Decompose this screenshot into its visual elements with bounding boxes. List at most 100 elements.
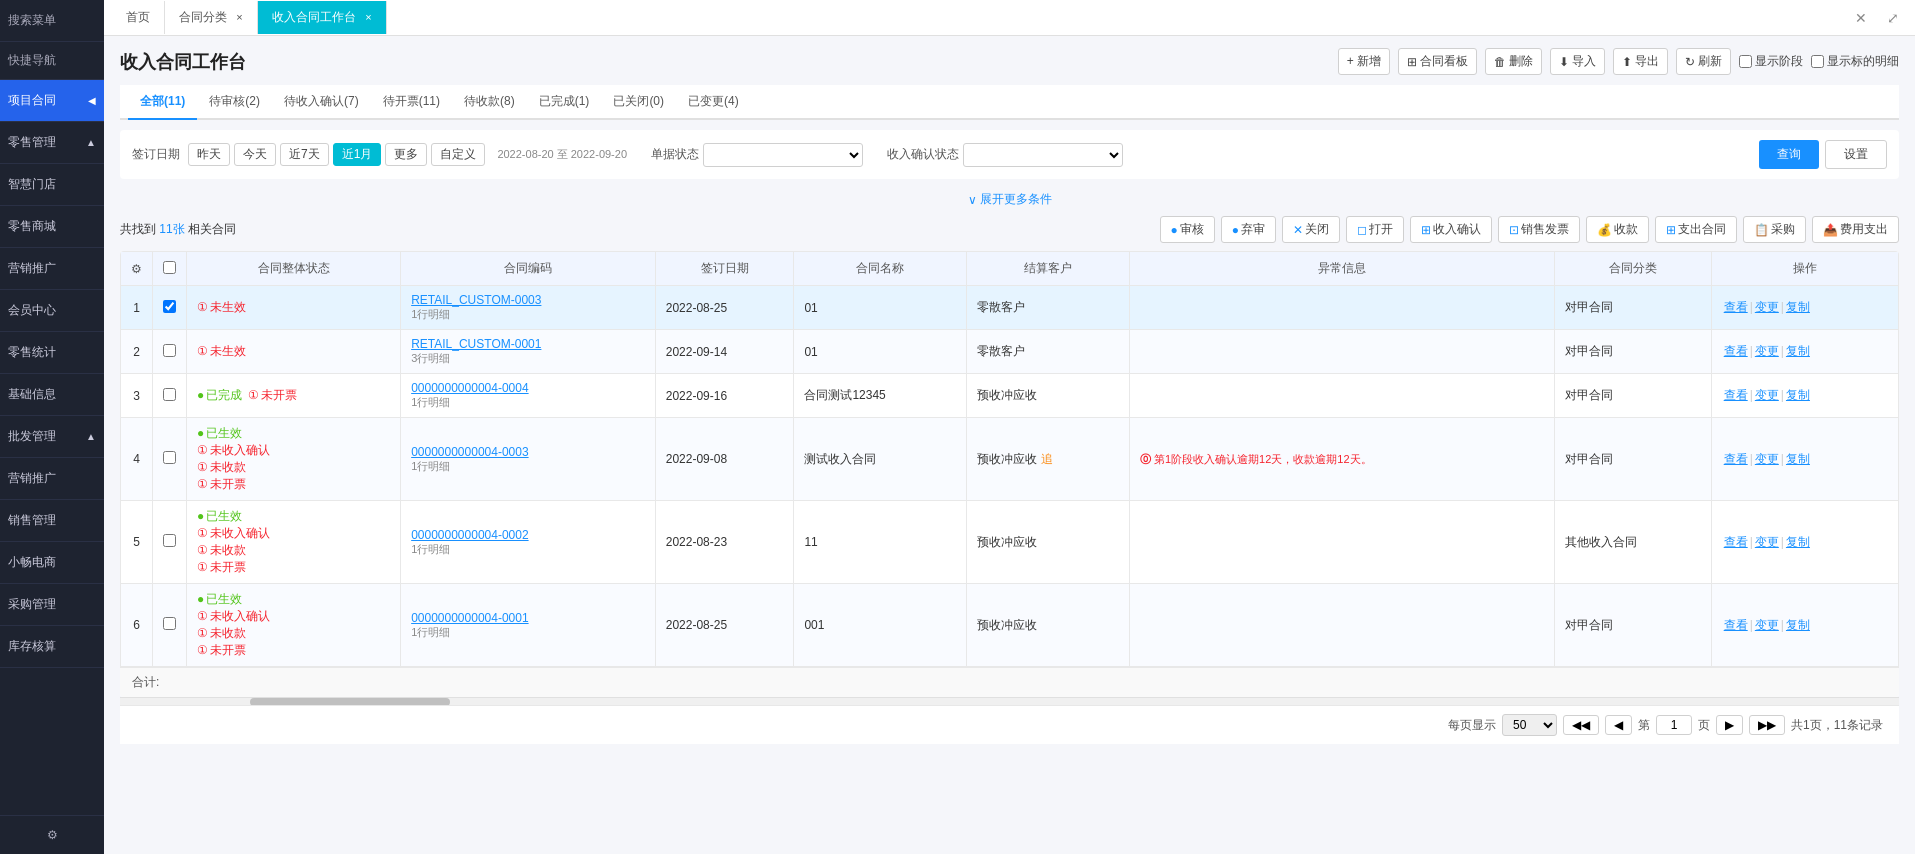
first-page-button[interactable]: ◀◀ [1563,715,1599,735]
sidebar-search[interactable]: 搜索菜单 [0,0,104,42]
subtab-collect[interactable]: 待收款(8) [452,85,527,120]
row-code[interactable]: 0000000000004-00041行明细 [401,374,656,418]
prev-page-button[interactable]: ◀ [1605,715,1632,735]
show-detail-checkbox[interactable]: 显示标的明细 [1811,53,1899,70]
horizontal-scrollbar[interactable] [120,697,1899,705]
setting-button[interactable]: 设置 [1825,140,1887,169]
window-close-button[interactable]: ✕ [1847,6,1875,30]
row-code[interactable]: 0000000000004-00031行明细 [401,418,656,501]
sidebar-item-stats[interactable]: 零售统计 [0,332,104,374]
close-tab-contract-category[interactable]: × [236,11,242,23]
edit-link[interactable]: 变更 [1755,388,1779,402]
select-all-checkbox[interactable] [163,261,176,274]
row-checkbox[interactable] [153,330,187,374]
row-code[interactable]: 0000000000004-00011行明细 [401,584,656,667]
row-operations[interactable]: 查看|变更|复制 [1711,501,1898,584]
copy-link[interactable]: 复制 [1786,535,1810,549]
sidebar-settings[interactable]: ⚙ [0,815,104,854]
filter-yesterday[interactable]: 昨天 [188,143,230,166]
subtab-invoice[interactable]: 待开票(11) [371,85,452,120]
expand-button[interactable]: ∨ 展开更多条件 [960,187,1060,212]
subtab-all[interactable]: 全部(11) [128,85,197,120]
sales-invoice-button[interactable]: ⊡ 销售发票 [1498,216,1580,243]
doc-status-select[interactable] [703,143,863,167]
income-confirm-button[interactable]: ⊞ 收入确认 [1410,216,1492,243]
import-button[interactable]: ⬇ 导入 [1550,48,1605,75]
expense-contract-button[interactable]: ⊞ 支出合同 [1655,216,1737,243]
view-link[interactable]: 查看 [1724,300,1748,314]
edit-link[interactable]: 变更 [1755,300,1779,314]
sidebar-quick-nav[interactable]: 快捷导航 [0,42,104,80]
subtab-changed[interactable]: 已变更(4) [676,85,751,120]
row-operations[interactable]: 查看|变更|复制 [1711,330,1898,374]
refresh-button[interactable]: ↻ 刷新 [1676,48,1731,75]
view-link[interactable]: 查看 [1724,618,1748,632]
page-input[interactable] [1656,715,1692,735]
sidebar-item-project[interactable]: 项目合同 ◀ [0,80,104,122]
edit-link[interactable]: 变更 [1755,452,1779,466]
sidebar-item-stock[interactable]: 库存核算 [0,626,104,668]
sidebar-item-ecom[interactable]: 小畅电商 [0,542,104,584]
copy-link[interactable]: 复制 [1786,452,1810,466]
row-checkbox[interactable] [153,374,187,418]
export-button[interactable]: ⬆ 导出 [1613,48,1668,75]
expense-out-button[interactable]: 📤 费用支出 [1812,216,1899,243]
sidebar-item-wholesale[interactable]: 批发管理 ▲ [0,416,104,458]
filter-more[interactable]: 更多 [385,143,427,166]
last-page-button[interactable]: ▶▶ [1749,715,1785,735]
row-code[interactable]: RETAIL_CUSTOM-00031行明细 [401,286,656,330]
copy-link[interactable]: 复制 [1786,344,1810,358]
sidebar-item-member[interactable]: 会员中心 [0,290,104,332]
sidebar-item-base[interactable]: 基础信息 [0,374,104,416]
collect-button[interactable]: 💰 收款 [1586,216,1649,243]
copy-link[interactable]: 复制 [1786,388,1810,402]
tab-contract-category[interactable]: 合同分类 × [165,1,258,34]
filter-month[interactable]: 近1月 [333,143,382,166]
tab-home[interactable]: 首页 [112,1,165,34]
row-operations[interactable]: 查看|变更|复制 [1711,374,1898,418]
col-checkbox[interactable] [153,252,187,286]
purchase-button[interactable]: 📋 采购 [1743,216,1806,243]
copy-link[interactable]: 复制 [1786,618,1810,632]
show-stage-checkbox[interactable]: 显示阶段 [1739,53,1803,70]
filter-today[interactable]: 今天 [234,143,276,166]
sidebar-item-retail[interactable]: 零售管理 ▲ [0,122,104,164]
view-link[interactable]: 查看 [1724,452,1748,466]
view-link[interactable]: 查看 [1724,344,1748,358]
close-tab-income-contract[interactable]: × [365,11,371,23]
abandon-button[interactable]: ● 弃审 [1221,216,1276,243]
row-checkbox[interactable] [153,501,187,584]
row-operations[interactable]: 查看|变更|复制 [1711,286,1898,330]
filter-week[interactable]: 近7天 [280,143,329,166]
sidebar-item-mkt2[interactable]: 营销推广 [0,458,104,500]
new-button[interactable]: + 新增 [1338,48,1390,75]
audit-button[interactable]: ● 审核 [1160,216,1215,243]
edit-link[interactable]: 变更 [1755,535,1779,549]
subtab-confirm[interactable]: 待收入确认(7) [272,85,371,120]
open-button[interactable]: ◻ 打开 [1346,216,1404,243]
delete-button[interactable]: 🗑 删除 [1485,48,1542,75]
next-page-button[interactable]: ▶ [1716,715,1743,735]
sidebar-item-sales[interactable]: 销售管理 [0,500,104,542]
sidebar-item-purchase[interactable]: 采购管理 [0,584,104,626]
view-link[interactable]: 查看 [1724,535,1748,549]
sidebar-item-smart[interactable]: 智慧门店 [0,164,104,206]
copy-link[interactable]: 复制 [1786,300,1810,314]
row-code[interactable]: 0000000000004-00021行明细 [401,501,656,584]
row-operations[interactable]: 查看|变更|复制 [1711,584,1898,667]
row-checkbox[interactable] [153,286,187,330]
close-contract-button[interactable]: ✕ 关闭 [1282,216,1340,243]
page-size-select[interactable]: 50 10 20 100 [1502,714,1557,736]
edit-link[interactable]: 变更 [1755,618,1779,632]
filter-custom[interactable]: 自定义 [431,143,485,166]
row-checkbox[interactable] [153,584,187,667]
query-button[interactable]: 查询 [1759,140,1819,169]
row-checkbox[interactable] [153,418,187,501]
sidebar-item-marketing[interactable]: 营销推广 [0,248,104,290]
row-operations[interactable]: 查看|变更|复制 [1711,418,1898,501]
window-maximize-button[interactable]: ⤢ [1879,6,1907,30]
view-link[interactable]: 查看 [1724,388,1748,402]
sidebar-item-mall[interactable]: 零售商城 [0,206,104,248]
subtab-closed[interactable]: 已关闭(0) [601,85,676,120]
col-settings[interactable]: ⚙ [121,252,153,286]
